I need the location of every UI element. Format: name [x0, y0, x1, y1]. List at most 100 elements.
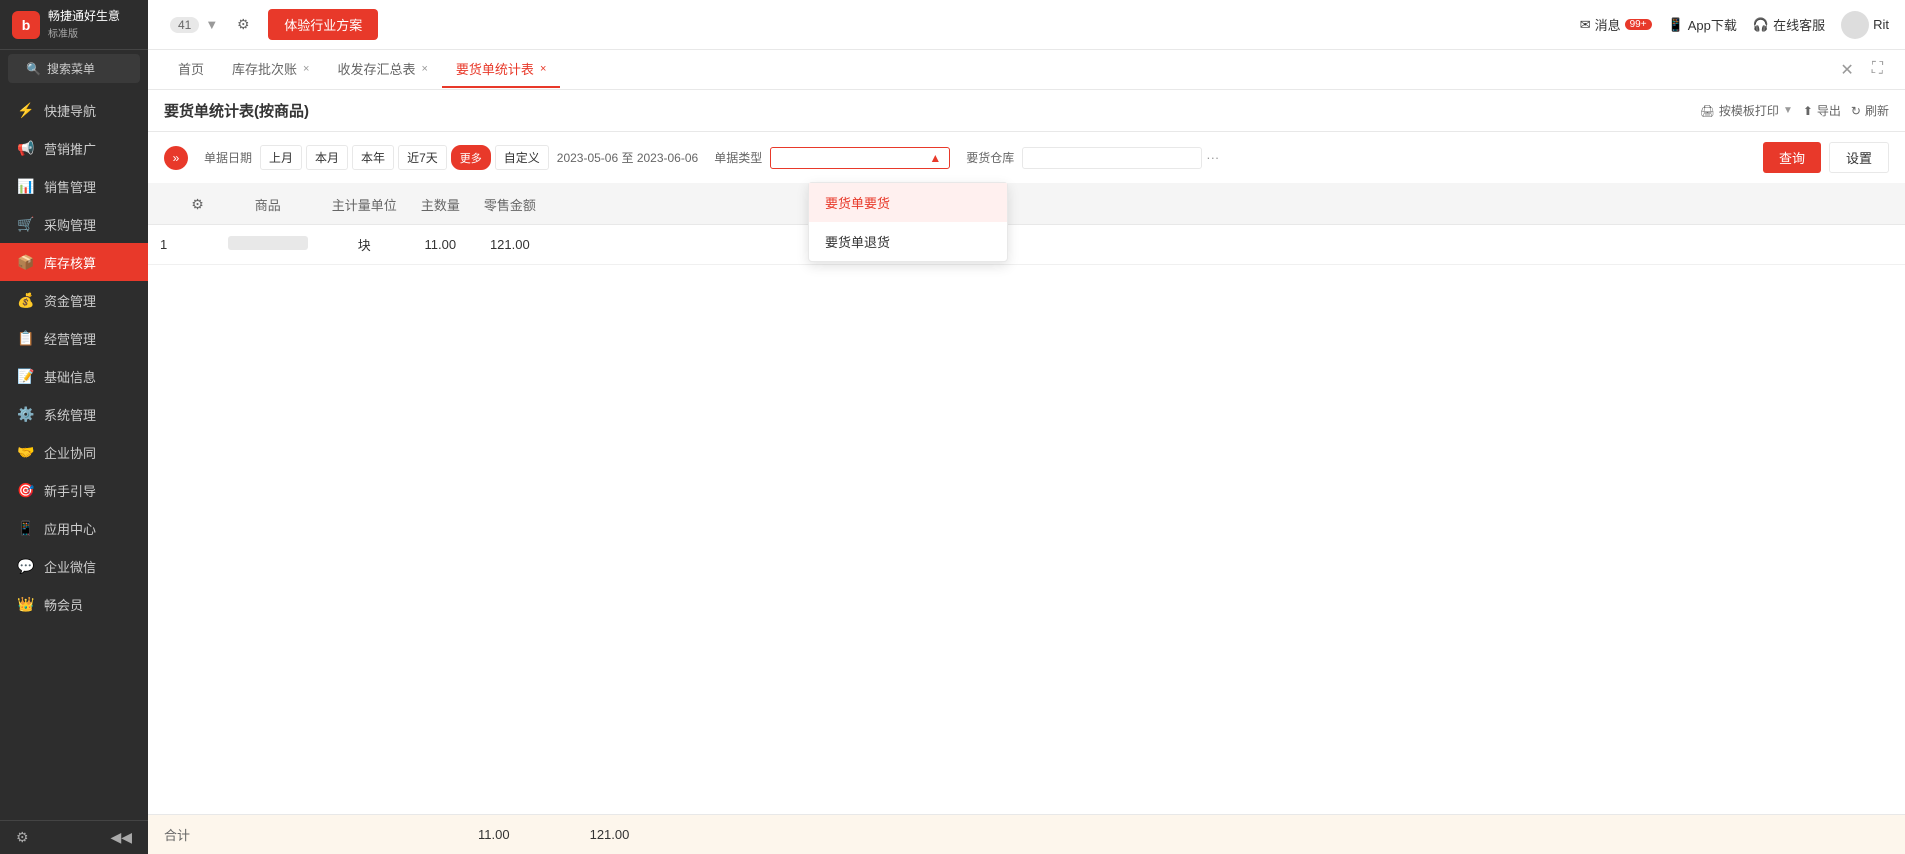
dropdown-item-label: 要货单要货	[825, 196, 890, 211]
dropdown-item-yaohuodan-yaohuo[interactable]: 要货单要货	[809, 183, 1007, 222]
system-icon: ⚙️	[16, 404, 36, 424]
service-icon: 🎧	[1753, 17, 1769, 33]
filter-expand-button[interactable]: »	[164, 146, 188, 170]
sidebar-item-wechat[interactable]: 💬 企业微信	[0, 547, 148, 585]
tab-inventory-batch[interactable]: 库存批次账 ×	[218, 51, 323, 88]
tab-close-all[interactable]: ✕	[1834, 58, 1859, 82]
wechat-icon: 💬	[16, 556, 36, 576]
tab-inventory-batch-label: 库存批次账	[232, 59, 297, 78]
sidebar-item-label: 经营管理	[44, 329, 96, 348]
summary-amount-value: 121.00	[590, 827, 630, 842]
tab-expand[interactable]: ⛶	[1866, 58, 1889, 82]
sidebar-search[interactable]: 🔍 搜索菜单	[8, 54, 140, 83]
sidebar-settings-icon[interactable]: ⚙	[16, 829, 29, 846]
summary-quantity-value: 11.00	[478, 827, 510, 842]
query-button[interactable]: 查询	[1763, 142, 1821, 173]
warehouse-filter-group: 要货仓库 ···	[966, 147, 1219, 169]
message-icon: ✉	[1580, 17, 1591, 33]
summary-bar: 合计 11.00 121.00	[148, 814, 1905, 854]
custom-date-btn[interactable]: 自定义	[495, 145, 549, 170]
more-dates-btn[interactable]: 更多	[451, 145, 491, 170]
sidebar-item-appstore[interactable]: 📱 应用中心	[0, 509, 148, 547]
print-button[interactable]: 🖨 按模板打印 ▼	[1700, 102, 1793, 119]
last-month-btn[interactable]: 上月	[260, 145, 302, 170]
store-selector[interactable]: 41 ▼	[164, 17, 218, 33]
main-area: 41 ▼ ⚙ 体验行业方案 ✉ 消息 99+ 📱 App下载 🎧 在线客服 R	[148, 0, 1905, 854]
export-label: 导出	[1817, 102, 1841, 119]
table-section: ⚙ 商品 主计量单位 主数量 零售金额 1	[148, 185, 1905, 814]
messages-badge: 99+	[1625, 19, 1652, 30]
column-settings-icon[interactable]: ⚙	[191, 196, 204, 212]
sidebar-collapse-icon[interactable]: ◀◀	[110, 829, 132, 846]
app-download-button[interactable]: 📱 App下载	[1668, 15, 1737, 34]
warehouse-more-icon[interactable]: ···	[1206, 150, 1219, 165]
dropdown-item-label: 要货单退货	[825, 235, 890, 250]
sidebar-item-marketing[interactable]: 📢 营销推广	[0, 129, 148, 167]
sidebar-item-label: 采购管理	[44, 215, 96, 234]
header-settings-button[interactable]: ⚙	[230, 12, 256, 38]
trial-button[interactable]: 体验行业方案	[268, 9, 378, 40]
store-dropdown-icon: ▼	[205, 17, 218, 32]
refresh-icon: ↻	[1851, 104, 1861, 118]
tab-inventory-batch-close[interactable]: ×	[303, 63, 309, 75]
col-header-index	[148, 185, 179, 225]
tab-receipt-summary-close[interactable]: ×	[421, 63, 427, 75]
online-service-button[interactable]: 🎧 在线客服	[1753, 15, 1825, 34]
refresh-button[interactable]: ↻ 刷新	[1851, 102, 1889, 119]
col-header-quantity: 主数量	[409, 185, 472, 225]
type-dropdown-icon: ▲	[929, 151, 941, 165]
sidebar-item-label: 企业协同	[44, 443, 96, 462]
sidebar-item-quick-nav[interactable]: ⚡ 快捷导航	[0, 91, 148, 129]
sidebar-item-inventory[interactable]: 📦 库存核算	[0, 243, 148, 281]
sidebar-item-finance[interactable]: 💰 资金管理	[0, 281, 148, 319]
user-profile[interactable]: Rit	[1841, 11, 1889, 39]
sidebar-item-operation[interactable]: 📋 经营管理	[0, 319, 148, 357]
messages-button[interactable]: ✉ 消息 99+	[1580, 15, 1652, 34]
sidebar-item-label: 快捷导航	[44, 101, 96, 120]
col-header-settings[interactable]: ⚙	[179, 185, 216, 225]
operation-icon: 📋	[16, 328, 36, 348]
tab-home[interactable]: 首页	[164, 51, 218, 88]
warehouse-filter-label: 要货仓库	[966, 149, 1014, 166]
sidebar-item-label: 基础信息	[44, 367, 96, 386]
tab-receipt-summary[interactable]: 收发存汇总表 ×	[323, 51, 441, 88]
marketing-icon: 📢	[16, 138, 36, 158]
settings-button[interactable]: 设置	[1829, 142, 1889, 173]
col-header-empty	[548, 185, 1905, 225]
cell-product	[216, 225, 320, 265]
tab-order-stats[interactable]: 要货单统计表 ×	[442, 51, 560, 88]
app-logo: b 畅捷通好生意 标准版	[0, 0, 148, 50]
tab-order-stats-close[interactable]: ×	[540, 63, 546, 75]
sidebar-item-label: 销售管理	[44, 177, 96, 196]
last-7days-btn[interactable]: 近7天	[398, 145, 447, 170]
cell-amount: 121.00	[472, 225, 548, 265]
this-year-btn[interactable]: 本年	[352, 145, 394, 170]
sidebar-nav: ⚡ 快捷导航 📢 营销推广 📊 销售管理 🛒 采购管理 📦 库存核算 💰 资金管…	[0, 87, 148, 820]
app-download-label: App下载	[1688, 15, 1737, 34]
warehouse-filter-input[interactable]	[1022, 147, 1202, 169]
col-header-amount: 零售金额	[472, 185, 548, 225]
sidebar-item-label: 资金管理	[44, 291, 96, 310]
guide-icon: 🎯	[16, 480, 36, 500]
sidebar-item-label: 畅会员	[44, 595, 83, 614]
sidebar-item-enterprise[interactable]: 🤝 企业协同	[0, 433, 148, 471]
sidebar-item-member[interactable]: 👑 畅会员	[0, 585, 148, 623]
sidebar-item-system[interactable]: ⚙️ 系统管理	[0, 395, 148, 433]
dropdown-item-yaohuodan-tuihuo[interactable]: 要货单退货	[809, 222, 1007, 261]
refresh-label: 刷新	[1865, 102, 1889, 119]
header-top: 41 ▼ ⚙ 体验行业方案 ✉ 消息 99+ 📱 App下载 🎧 在线客服 R	[148, 0, 1905, 50]
type-filter-input[interactable]: ▲	[770, 147, 950, 169]
print-icon: 🖨	[1700, 104, 1715, 118]
print-dropdown-icon: ▼	[1783, 105, 1793, 116]
tab-home-label: 首页	[178, 59, 204, 78]
sidebar-item-purchase[interactable]: 🛒 采购管理	[0, 205, 148, 243]
date-buttons: 上月 本月 本年 近7天 更多 自定义	[260, 145, 549, 170]
purchase-icon: 🛒	[16, 214, 36, 234]
sidebar-item-sales[interactable]: 📊 销售管理	[0, 167, 148, 205]
sidebar-item-basic[interactable]: 📝 基础信息	[0, 357, 148, 395]
sidebar-item-guide[interactable]: 🎯 新手引导	[0, 471, 148, 509]
this-month-btn[interactable]: 本月	[306, 145, 348, 170]
sidebar-item-label: 应用中心	[44, 519, 96, 538]
export-button[interactable]: ⬆ 导出	[1803, 102, 1841, 119]
user-avatar	[1841, 11, 1869, 39]
